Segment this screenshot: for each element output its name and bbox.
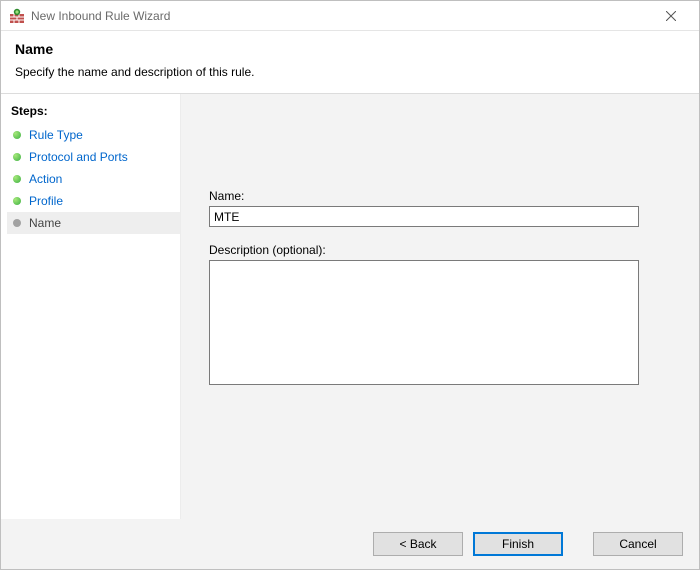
description-label: Description (optional):: [209, 243, 671, 257]
step-bullet-icon: [13, 219, 21, 227]
wizard-body: Steps: Rule Type Protocol and Ports Acti…: [1, 94, 699, 519]
name-input[interactable]: [209, 206, 639, 227]
page-title: Name: [15, 41, 685, 57]
step-link[interactable]: Profile: [29, 194, 63, 208]
steps-sidebar: Steps: Rule Type Protocol and Ports Acti…: [1, 94, 181, 519]
step-link[interactable]: Name: [29, 216, 61, 230]
step-protocol-and-ports[interactable]: Protocol and Ports: [7, 146, 180, 168]
titlebar: New Inbound Rule Wizard: [1, 1, 699, 31]
name-label: Name:: [209, 189, 671, 203]
page-description: Specify the name and description of this…: [15, 65, 685, 79]
close-button[interactable]: [651, 2, 691, 30]
step-link[interactable]: Action: [29, 172, 62, 186]
firewall-icon: [9, 8, 25, 24]
step-name[interactable]: Name: [7, 212, 180, 234]
step-bullet-icon: [13, 153, 21, 161]
wizard-header: Name Specify the name and description of…: [1, 31, 699, 94]
step-bullet-icon: [13, 175, 21, 183]
step-link[interactable]: Rule Type: [29, 128, 83, 142]
close-icon: [666, 11, 676, 21]
wizard-main: Name: Description (optional):: [181, 94, 699, 519]
wizard-window: New Inbound Rule Wizard Name Specify the…: [0, 0, 700, 570]
step-bullet-icon: [13, 131, 21, 139]
step-rule-type[interactable]: Rule Type: [7, 124, 180, 146]
step-bullet-icon: [13, 197, 21, 205]
cancel-button[interactable]: Cancel: [593, 532, 683, 556]
back-button[interactable]: < Back: [373, 532, 463, 556]
step-profile[interactable]: Profile: [7, 190, 180, 212]
finish-button[interactable]: Finish: [473, 532, 563, 556]
step-link[interactable]: Protocol and Ports: [29, 150, 128, 164]
wizard-footer: < Back Finish Cancel: [1, 519, 699, 569]
step-action[interactable]: Action: [7, 168, 180, 190]
window-title: New Inbound Rule Wizard: [31, 9, 651, 23]
steps-heading: Steps:: [7, 102, 180, 124]
description-input[interactable]: [209, 260, 639, 385]
